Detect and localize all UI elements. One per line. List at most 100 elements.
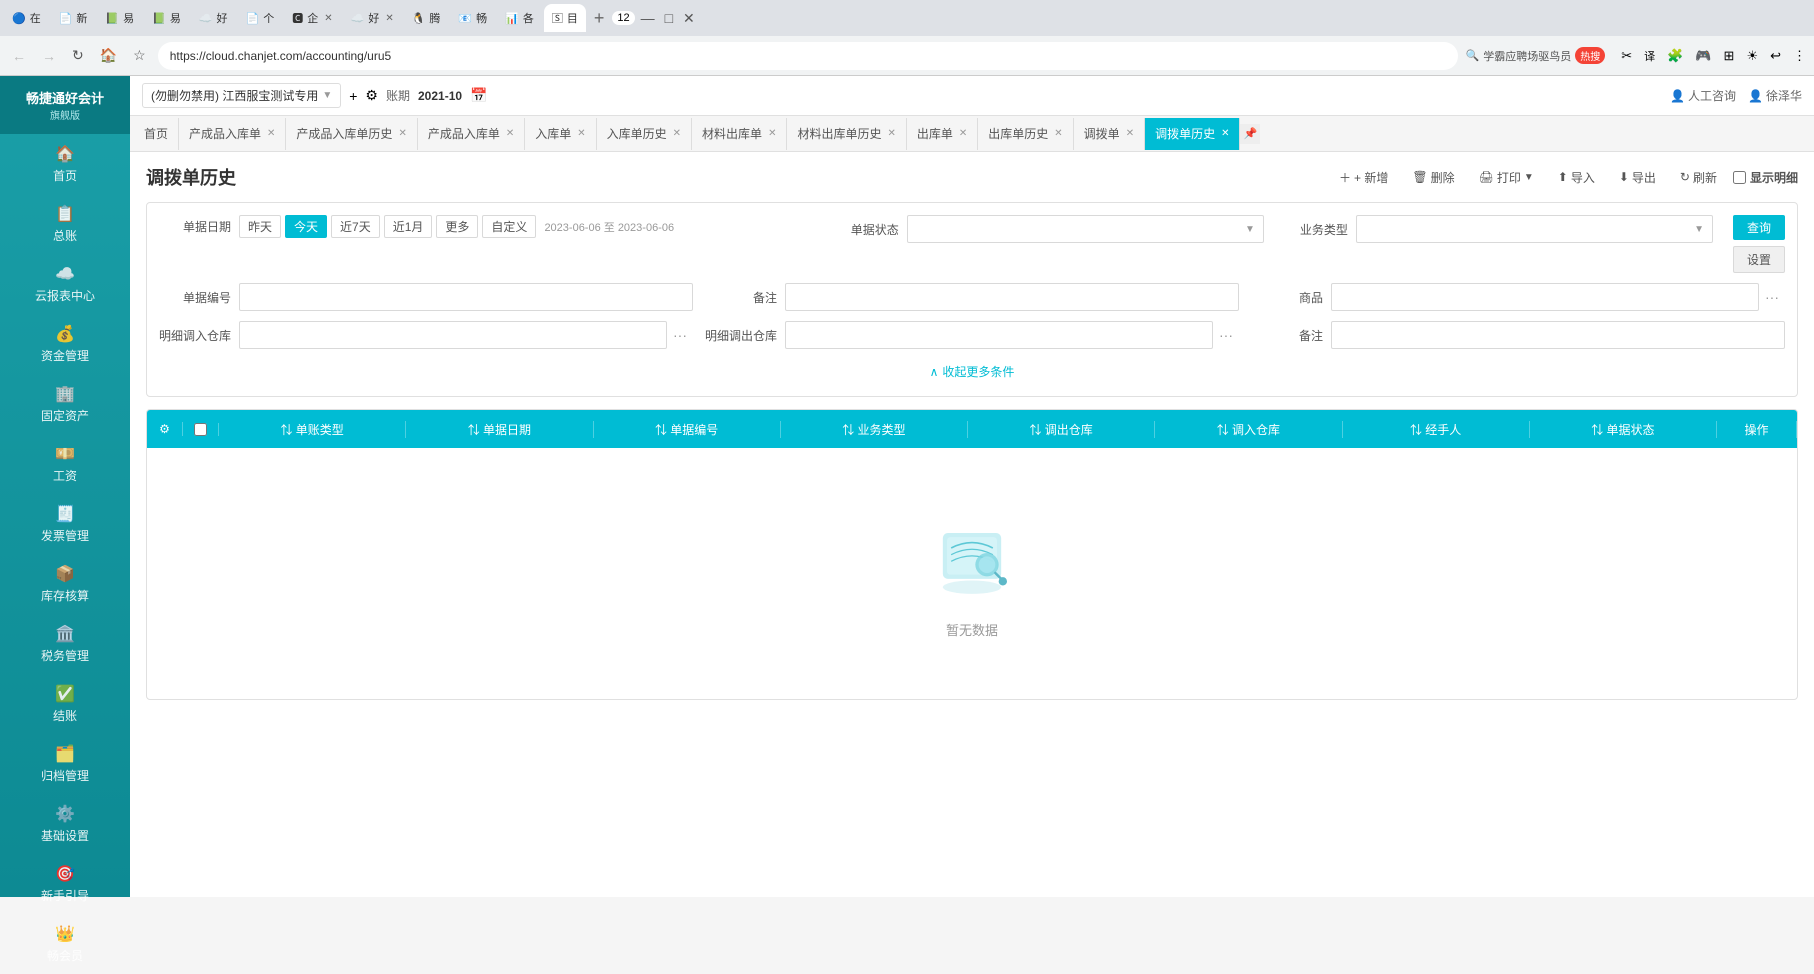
page-tab-11-close[interactable]: ✕ — [1221, 128, 1229, 139]
extension-icon[interactable]: 🧩 — [1667, 48, 1683, 64]
th-out-warehouse[interactable]: ⇅ 调出仓库 — [968, 421, 1155, 438]
page-tab-3[interactable]: 产成品入库单 ✕ — [418, 118, 525, 150]
collapse-button[interactable]: ∧ 收起更多条件 — [926, 359, 1019, 384]
page-tab-6[interactable]: 材料出库单 ✕ — [692, 118, 787, 150]
home-button[interactable]: 🏠 — [96, 45, 121, 66]
sidebar-item-assets[interactable]: 🏢 固定资产 — [0, 374, 130, 434]
th-doc-type[interactable]: ⇅ 单账类型 — [219, 421, 406, 438]
date-today[interactable]: 今天 — [285, 215, 327, 238]
th-gear[interactable]: ⚙ — [147, 422, 183, 436]
page-tab-10-close[interactable]: ✕ — [1126, 128, 1134, 139]
browser-tab-8[interactable]: 🐧 腾 — [404, 4, 449, 32]
browser-tab-7[interactable]: ☁️ 好 ✕ — [343, 4, 402, 32]
browser-tab-9[interactable]: 📧 畅 — [450, 4, 495, 32]
browser-tab-5[interactable]: 📄 个 — [238, 4, 283, 32]
date-1month[interactable]: 近1月 — [384, 215, 433, 238]
address-input[interactable] — [158, 42, 1458, 70]
goods-ellipsis-icon[interactable]: ··· — [1759, 289, 1785, 305]
detail-out-ellipsis-icon[interactable]: ··· — [1213, 327, 1239, 343]
undo-icon[interactable]: ↩ — [1770, 48, 1781, 64]
import-button[interactable]: ⬆ 导入 — [1550, 165, 1603, 190]
page-tab-5-close[interactable]: ✕ — [673, 128, 681, 139]
company-selector[interactable]: (勿删勿禁用) 江西服宝测试专用 ▼ — [142, 83, 341, 108]
status-select[interactable]: ▼ — [907, 215, 1264, 243]
calendar-icon[interactable]: 📅 — [470, 87, 487, 104]
page-tab-9[interactable]: 出库单历史 ✕ — [978, 118, 1073, 150]
window-maximize[interactable]: □ — [665, 10, 673, 26]
remark-input[interactable] — [785, 283, 1239, 311]
user-service-button[interactable]: 👤 人工咨询 — [1670, 87, 1736, 104]
goods-input[interactable] — [1331, 283, 1759, 311]
browser-tab-3[interactable]: 📗 易 — [144, 4, 189, 32]
company-settings-button[interactable]: ⚙ — [365, 87, 378, 104]
browser-tab-6[interactable]: 🅲 企 ✕ — [284, 4, 340, 32]
detail-out-input[interactable] — [785, 321, 1213, 349]
docno-input[interactable] — [239, 283, 693, 311]
add-company-button[interactable]: + — [349, 88, 357, 104]
window-close[interactable]: ✕ — [683, 10, 695, 27]
page-tab-2[interactable]: 产成品入库单历史 ✕ — [286, 118, 417, 150]
sidebar-item-ledger[interactable]: 📋 总账 — [0, 194, 130, 254]
page-tab-1-close[interactable]: ✕ — [267, 128, 275, 139]
date-7days[interactable]: 近7天 — [331, 215, 380, 238]
biztype-select[interactable]: ▼ — [1356, 215, 1713, 243]
page-tab-10[interactable]: 调拨单 ✕ — [1074, 118, 1145, 150]
th-in-warehouse[interactable]: ⇅ 调入仓库 — [1155, 421, 1342, 438]
browser-tab-close-7[interactable]: ✕ — [385, 13, 393, 24]
export-button[interactable]: ⬇ 导出 — [1611, 165, 1664, 190]
filter-settings-button[interactable]: 设置 — [1733, 246, 1785, 273]
date-custom[interactable]: 自定义 — [482, 215, 536, 238]
refresh-browser-button[interactable]: ↻ — [68, 45, 88, 66]
sidebar-item-settings[interactable]: ⚙️ 基础设置 — [0, 794, 130, 854]
display-toggle-checkbox[interactable] — [1733, 171, 1746, 184]
th-handler[interactable]: ⇅ 经手人 — [1343, 421, 1530, 438]
browser-tab-10[interactable]: 📊 各 — [497, 4, 542, 32]
forward-button[interactable]: → — [38, 46, 60, 66]
page-tab-2-close[interactable]: ✕ — [398, 128, 406, 139]
date-more[interactable]: 更多 — [436, 215, 478, 238]
grid-icon[interactable]: ⊞ — [1724, 48, 1735, 64]
th-status[interactable]: ⇅ 单据状态 — [1530, 421, 1717, 438]
star-button[interactable]: ☆ — [129, 45, 150, 66]
browser-tab-2[interactable]: 📗 易 — [97, 4, 142, 32]
select-all-checkbox[interactable] — [194, 423, 207, 436]
page-tab-4[interactable]: 入库单 ✕ — [525, 118, 596, 150]
sidebar-item-inventory[interactable]: 📦 库存核算 — [0, 554, 130, 614]
gamepad-icon[interactable]: 🎮 — [1695, 48, 1711, 64]
translate-icon[interactable]: 译 — [1644, 48, 1655, 64]
page-tab-7-close[interactable]: ✕ — [887, 128, 895, 139]
sidebar-item-finance[interactable]: 💰 资金管理 — [0, 314, 130, 374]
print-button[interactable]: 🖨 打印 ▼ — [1471, 165, 1542, 190]
sidebar-item-archive[interactable]: 🗂️ 归档管理 — [0, 734, 130, 794]
browser-tab-4[interactable]: ☁️ 好 — [191, 4, 236, 32]
pin-button[interactable]: 📌 — [1240, 124, 1260, 144]
sidebar-item-tax[interactable]: 🏛️ 税务管理 — [0, 614, 130, 674]
page-tab-7[interactable]: 材料出库单历史 ✕ — [787, 118, 906, 150]
page-tab-3-close[interactable]: ✕ — [506, 128, 514, 139]
th-doc-date[interactable]: ⇅ 单据日期 — [406, 421, 593, 438]
window-minimize[interactable]: — — [641, 10, 655, 26]
page-tab-home[interactable]: 首页 — [134, 118, 179, 150]
page-tab-8-close[interactable]: ✕ — [959, 128, 967, 139]
browser-tab-close-6[interactable]: ✕ — [324, 13, 332, 24]
sidebar-item-report[interactable]: ☁️ 云报表中心 — [0, 254, 130, 314]
page-tab-9-close[interactable]: ✕ — [1054, 128, 1062, 139]
sidebar-item-invoice[interactable]: 🧾 发票管理 — [0, 494, 130, 554]
page-tab-11[interactable]: 调拨单历史 ✕ — [1145, 118, 1240, 150]
browser-tab-0[interactable]: 🔵 在 — [4, 4, 49, 32]
new-tab-button[interactable]: + — [588, 8, 611, 29]
th-biz-type[interactable]: ⇅ 业务类型 — [781, 421, 968, 438]
back-button[interactable]: ← — [8, 46, 30, 66]
date-yesterday[interactable]: 昨天 — [239, 215, 281, 238]
page-tab-5[interactable]: 入库单历史 ✕ — [597, 118, 692, 150]
th-doc-no[interactable]: ⇅ 单据编号 — [594, 421, 781, 438]
more-icon[interactable]: ⋮ — [1793, 48, 1806, 64]
page-tab-1[interactable]: 产成品入库单 ✕ — [179, 118, 286, 150]
detail-in-ellipsis-icon[interactable]: ··· — [667, 327, 693, 343]
new-button[interactable]: ＋ + 新增 — [1331, 165, 1396, 190]
refresh-button[interactable]: ↻ 刷新 — [1672, 165, 1725, 190]
delete-button[interactable]: 🗑 删除 — [1404, 165, 1462, 190]
query-button[interactable]: 查询 — [1733, 215, 1785, 240]
sidebar-item-salary[interactable]: 💴 工资 — [0, 434, 130, 494]
cut-icon[interactable]: ✂ — [1621, 48, 1632, 64]
